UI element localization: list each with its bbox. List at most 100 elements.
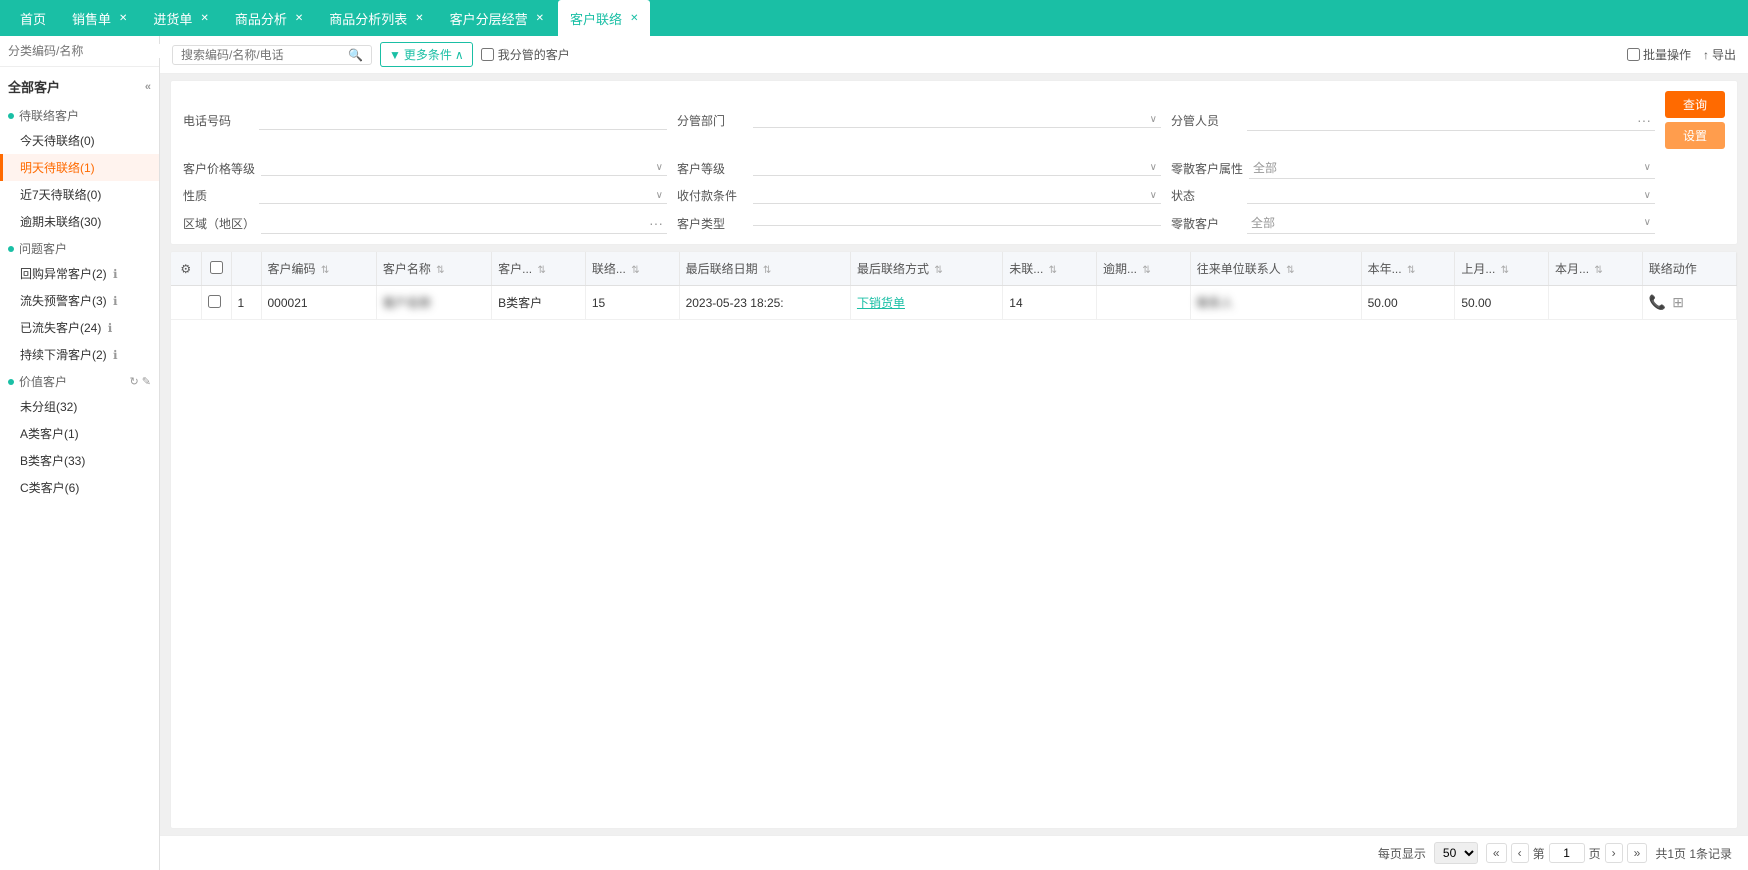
next-page-button[interactable]: › <box>1605 843 1623 863</box>
per-page-select[interactable]: 50 <box>1434 842 1478 864</box>
nav-item-purchase[interactable]: 进货单 ✕ <box>141 0 220 36</box>
setting-button[interactable]: 设置 <box>1665 122 1725 149</box>
close-analysis-list-icon[interactable]: ✕ <box>415 13 423 24</box>
price-level-arrow-icon: ∨ <box>656 162 663 173</box>
nav-item-sales[interactable]: 销售单 ✕ <box>60 0 139 36</box>
phone-input[interactable] <box>259 111 667 130</box>
value-customers-group: 价值客户 ↻ ✎ <box>0 368 159 393</box>
filter-payment: 收付款条件 ∨ <box>677 187 1161 204</box>
nav-item-customer-segment[interactable]: 客户分层经营 ✕ <box>438 0 556 36</box>
td-last-month: 50.00 <box>1455 286 1549 320</box>
sidebar-item-today[interactable]: 今天待联络(0) <box>0 127 159 154</box>
page-input[interactable] <box>1549 843 1585 863</box>
close-sales-icon[interactable]: ✕ <box>119 13 127 24</box>
th-this-year[interactable]: 本年... ⇅ <box>1361 252 1455 286</box>
first-page-button[interactable]: « <box>1486 843 1507 863</box>
nav-item-analysis-list[interactable]: 商品分析列表 ✕ <box>317 0 435 36</box>
collapse-icon: « <box>145 81 151 93</box>
sort-name-icon: ⇅ <box>436 265 444 276</box>
group-dot <box>8 113 14 119</box>
th-contact[interactable]: 联络... ⇅ <box>585 252 679 286</box>
payment-select[interactable]: ∨ <box>753 188 1161 204</box>
sort-code-icon: ⇅ <box>321 265 329 276</box>
nature-select[interactable]: ∨ <box>259 188 667 204</box>
search-input[interactable] <box>181 48 344 62</box>
customer-level-select[interactable]: ∨ <box>753 160 1161 176</box>
retail-attr-select[interactable]: 全部 ∨ <box>1249 157 1655 179</box>
sort-last-month-icon: ⇅ <box>1501 265 1509 276</box>
all-customers-header[interactable]: 全部客户 « <box>0 71 159 102</box>
th-not-contacted[interactable]: 未联... ⇅ <box>1003 252 1097 286</box>
region-select[interactable]: ··· <box>261 213 667 234</box>
footer-nav: « ‹ 第 页 › » <box>1486 843 1647 863</box>
close-analysis-icon[interactable]: ✕ <box>295 13 303 24</box>
region-dots-icon[interactable]: ··· <box>649 215 663 231</box>
sidebar-item-tomorrow[interactable]: 明天待联络(1) <box>0 154 159 181</box>
sort-not-contacted-icon: ⇅ <box>1049 265 1057 276</box>
th-name[interactable]: 客户名称 ⇅ <box>376 252 491 286</box>
more-action-icon[interactable]: ⊞ <box>1672 294 1684 311</box>
sidebar-item-type-b[interactable]: B类客户(33) <box>0 447 159 474</box>
sidebar-item-overdue[interactable]: 逾期未联络(30) <box>0 208 159 235</box>
th-code[interactable]: 客户编码 ⇅ <box>261 252 376 286</box>
toolbar: 🔍 ▼ 更多条件 ∧ 我分管的客户 批量操作 ↑ 导出 <box>160 36 1748 74</box>
sidebar-item-type-c[interactable]: C类客户(6) <box>0 474 159 501</box>
content-area: 🔍 ▼ 更多条件 ∧ 我分管的客户 批量操作 ↑ 导出 <box>160 36 1748 870</box>
person-select[interactable]: ··· <box>1247 110 1655 131</box>
customer-level-arrow-icon: ∨ <box>1150 162 1157 173</box>
close-segment-icon[interactable]: ✕ <box>536 13 544 24</box>
th-overdue[interactable]: 逾期... ⇅ <box>1097 252 1191 286</box>
batch-operation-button[interactable]: 批量操作 <box>1627 46 1691 63</box>
person-dots-icon[interactable]: ··· <box>1637 112 1651 128</box>
batch-check[interactable] <box>1627 48 1640 61</box>
sidebar-item-declining[interactable]: 持续下滑客户(2) ℹ <box>0 341 159 368</box>
customer-name[interactable]: 客户名称 <box>383 296 431 310</box>
top-nav: 首页 销售单 ✕ 进货单 ✕ 商品分析 ✕ 商品分析列表 ✕ 客户分层经营 ✕ … <box>0 0 1748 36</box>
customer-type-select[interactable] <box>753 221 1161 226</box>
action-icons: 📞 ⊞ <box>1649 294 1730 311</box>
sort-last-date-icon: ⇅ <box>763 265 771 276</box>
th-this-month[interactable]: 本月... ⇅ <box>1549 252 1643 286</box>
retail-customer-select[interactable]: 全部 ∨ <box>1247 212 1655 234</box>
close-contact-icon[interactable]: ✕ <box>630 13 638 24</box>
th-unit-contacts[interactable]: 往来单位联系人 ⇅ <box>1190 252 1361 286</box>
my-customers-checkbox[interactable]: 我分管的客户 <box>481 46 570 63</box>
last-page-button[interactable]: » <box>1627 843 1648 863</box>
nav-item-customer-contact[interactable]: 客户联络 ✕ <box>558 0 650 36</box>
nav-item-analysis[interactable]: 商品分析 ✕ <box>223 0 315 36</box>
search-icon[interactable]: 🔍 <box>348 48 363 62</box>
export-button[interactable]: ↑ 导出 <box>1703 46 1736 63</box>
nav-home[interactable]: 首页 <box>8 0 58 36</box>
close-purchase-icon[interactable]: ✕ <box>200 13 208 24</box>
more-filters-button[interactable]: ▼ 更多条件 ∧ <box>380 42 473 67</box>
phone-action-icon[interactable]: 📞 <box>1649 294 1666 311</box>
row-checkbox[interactable] <box>208 295 221 308</box>
sidebar-item-type-a[interactable]: A类客户(1) <box>0 420 159 447</box>
select-all-checkbox[interactable] <box>210 261 223 274</box>
sidebar-item-churned[interactable]: 已流失客户(24) ℹ <box>0 314 159 341</box>
payment-arrow-icon: ∨ <box>1150 190 1157 201</box>
th-customer-type[interactable]: 客户... ⇅ <box>492 252 586 286</box>
sidebar-item-repurchase-abnormal[interactable]: 回购异常客户(2) ℹ <box>0 260 159 287</box>
td-this-month <box>1549 286 1643 320</box>
prev-page-button[interactable]: ‹ <box>1511 843 1529 863</box>
th-last-date[interactable]: 最后联络日期 ⇅ <box>679 252 850 286</box>
query-button[interactable]: 查询 <box>1665 91 1725 118</box>
sidebar-item-churn-warning[interactable]: 流失预警客户(3) ℹ <box>0 287 159 314</box>
price-level-select[interactable]: ∨ <box>261 160 667 176</box>
sidebar-body: 全部客户 « 待联络客户 今天待联络(0) 明天待联络(1) 近7天待联络(0)… <box>0 67 159 870</box>
th-last-month[interactable]: 上月... ⇅ <box>1455 252 1549 286</box>
status-select[interactable]: ∨ <box>1247 188 1655 204</box>
sidebar-item-ungrouped[interactable]: 未分组(32) <box>0 393 159 420</box>
dept-select[interactable]: ∨ <box>753 112 1161 128</box>
sort-this-year-icon: ⇅ <box>1407 265 1415 276</box>
last-method-link[interactable]: 下销货单 <box>857 296 905 310</box>
filter-panel: 电话号码 分管部门 ∨ 分管人员 ··· <box>170 80 1738 245</box>
th-last-method[interactable]: 最后联络方式 ⇅ <box>850 252 1002 286</box>
sidebar-search-input[interactable] <box>8 44 163 58</box>
sidebar-item-7days[interactable]: 近7天待联络(0) <box>0 181 159 208</box>
retail-customer-arrow-icon: ∨ <box>1644 217 1651 228</box>
th-settings[interactable]: ⚙ <box>171 252 201 286</box>
my-customers-check[interactable] <box>481 48 494 61</box>
problem-customers-group: 问题客户 <box>0 235 159 260</box>
